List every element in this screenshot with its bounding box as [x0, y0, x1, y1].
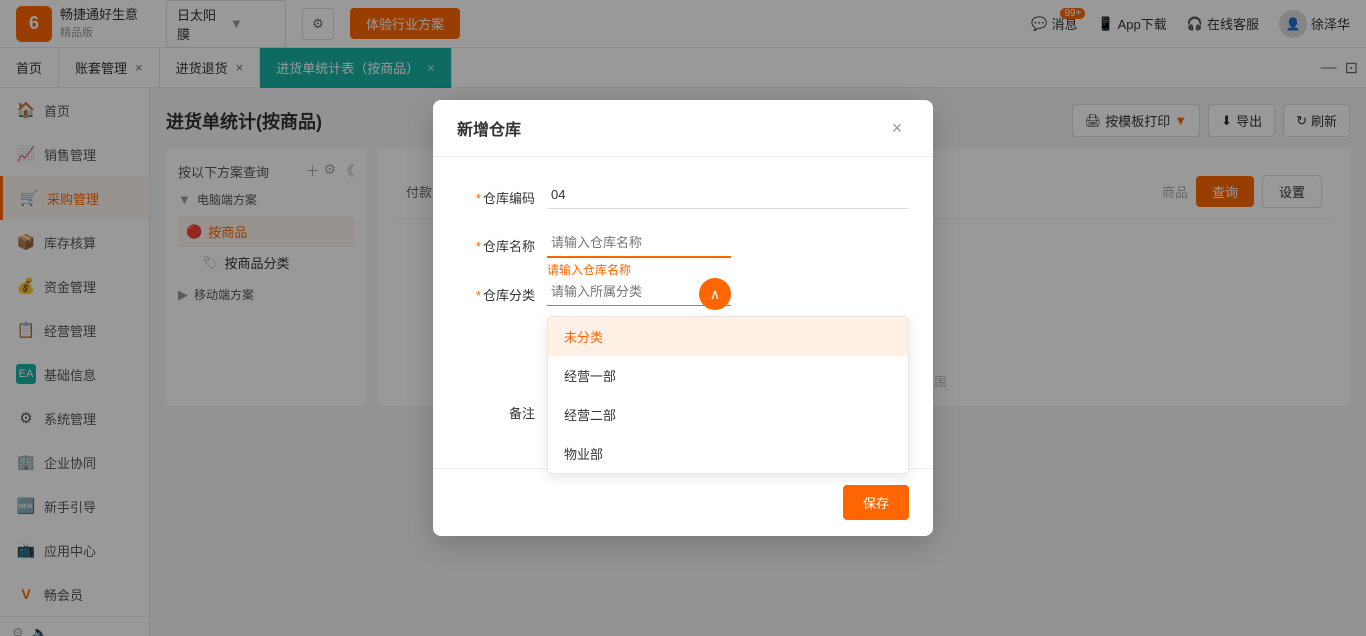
close-icon: × [892, 118, 903, 139]
category-label: *仓库分类 [457, 278, 547, 304]
category-option-property[interactable]: 物业部 [548, 434, 908, 473]
name-input[interactable] [547, 229, 731, 258]
modal-backdrop: 新增仓库 × *仓库编码 *仓库名称 [0, 0, 1366, 636]
name-error-message: 请输入仓库名称 [547, 261, 631, 278]
category-option-ops2[interactable]: 经营二部 [548, 395, 908, 434]
warehouse-code-row: *仓库编码 [457, 181, 909, 209]
warehouse-category-row: *仓库分类 ∧ 未分类 经营一部 经营二部 物业部 [457, 278, 909, 306]
modal-footer: 保存 [433, 468, 933, 536]
category-dropdown: 未分类 经营一部 经营二部 物业部 [547, 316, 909, 474]
category-dropdown-toggle[interactable]: ∧ [699, 278, 731, 310]
modal-title: 新增仓库 [457, 116, 521, 140]
code-input[interactable] [547, 181, 909, 209]
chevron-up-icon: ∧ [710, 286, 720, 303]
modal-header: 新增仓库 × [433, 100, 933, 157]
category-option-none[interactable]: 未分类 [548, 317, 908, 356]
save-button[interactable]: 保存 [843, 485, 909, 520]
name-label: *仓库名称 [457, 229, 547, 255]
category-option-ops1[interactable]: 经营一部 [548, 356, 908, 395]
notes-label: 备注 [457, 396, 547, 422]
warehouse-name-row: *仓库名称 请输入仓库名称 [457, 229, 909, 258]
code-label: *仓库编码 [457, 181, 547, 207]
add-warehouse-modal: 新增仓库 × *仓库编码 *仓库名称 [433, 100, 933, 536]
modal-close-button[interactable]: × [885, 116, 909, 140]
category-input-wrapper: ∧ [547, 278, 731, 306]
modal-body: *仓库编码 *仓库名称 请输入仓库名称 *仓库分类 [433, 157, 933, 468]
